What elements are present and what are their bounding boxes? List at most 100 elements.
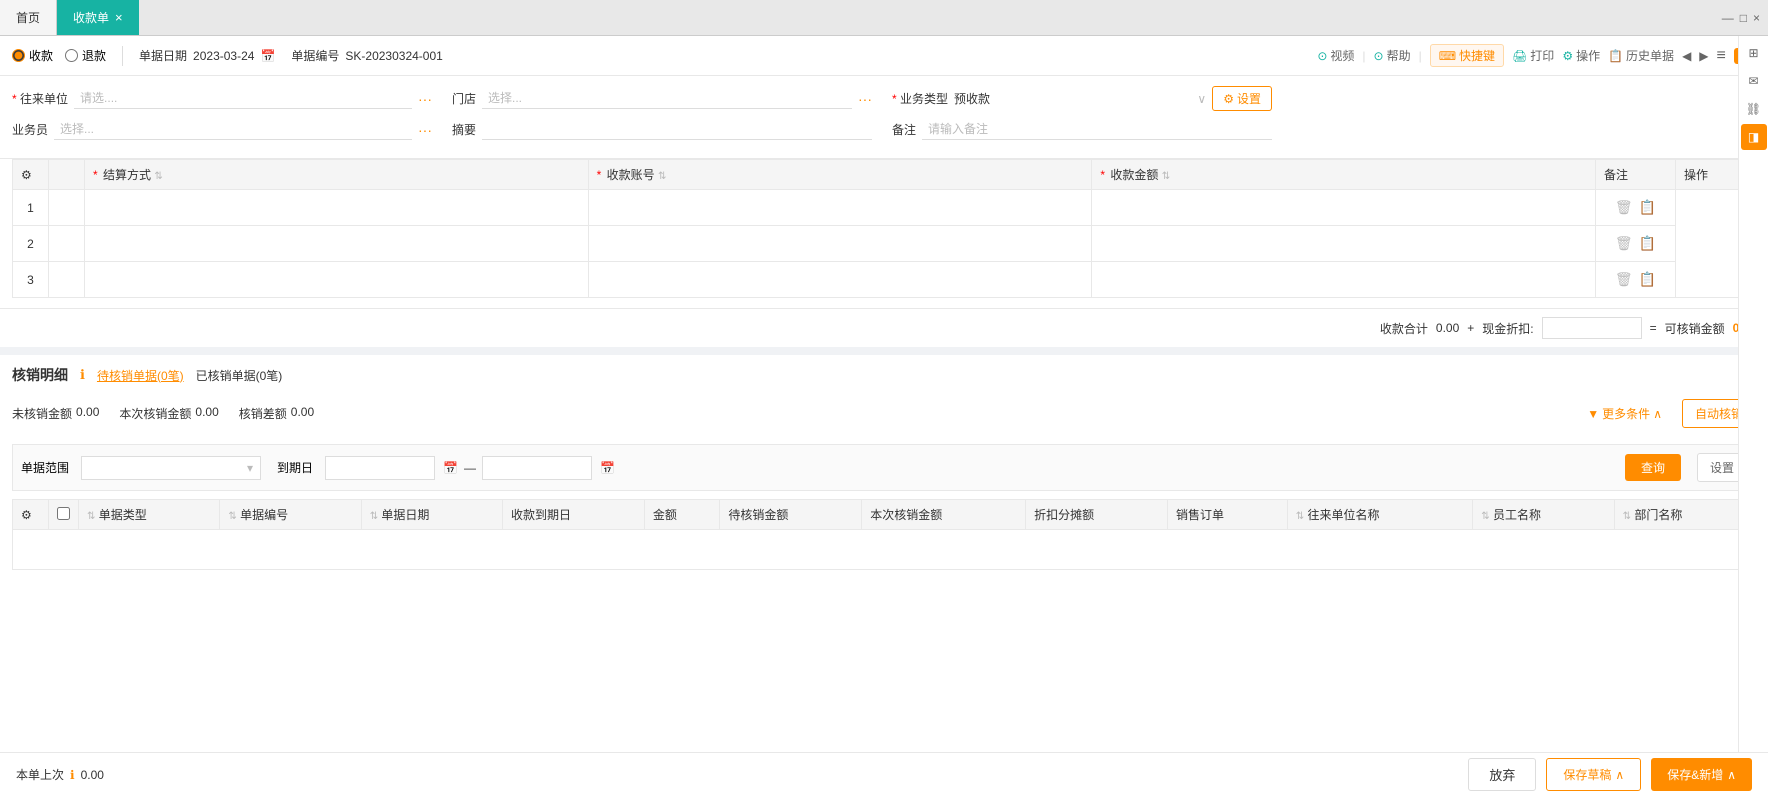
sort-amount[interactable]: ⇅ [1162,171,1170,182]
form-section: * 往来单位 ··· 门店 ··· * 业务类型 预收款 ∨ ⚙ [0,76,1768,159]
staff-more-btn[interactable]: ··· [418,122,432,138]
shop-more-btn[interactable]: ··· [858,91,872,107]
save-draft-btn[interactable]: 保存草稿 ∧ [1546,758,1641,791]
sidebar-camera-btn[interactable]: ◨ [1741,124,1767,150]
discount-input[interactable] [1542,317,1642,339]
calendar-icon[interactable]: 📅 [260,49,275,63]
td-account-3[interactable] [85,262,589,298]
td-amount-1[interactable] [588,190,1092,226]
toolbar-actions: ⊙ 视频 | ⊙ 帮助 | ⌨ 快捷键 🖨 打印 ⚙ 操作 📋 [1317,44,1756,67]
counterpart-input[interactable] [74,88,412,109]
summary-input[interactable] [482,119,872,140]
history-label: 历史单据 [1626,47,1674,64]
copy-row-3-icon[interactable]: 📋 [1639,271,1656,288]
sidebar-email-icon: ✉ [1748,74,1758,88]
settings-button[interactable]: ⚙ 设置 [1212,86,1272,111]
due-date-end-input[interactable]: 2022-04-12 [482,456,592,480]
sidebar-camera-icon: ◨ [1748,130,1759,144]
query-btn[interactable]: 查询 [1625,454,1681,481]
diff-amount: 核销差额 0.00 [239,405,314,422]
staff-input[interactable] [54,119,412,140]
veri-header-row: ⚙ ⇅ 单据类型 ⇅ 单据编号 ⇅ 单据日期 [13,500,1756,530]
tab-close-icon[interactable]: × [115,10,123,25]
save-new-btn[interactable]: 保存&新增 ∧ [1651,758,1752,791]
sort-settlement[interactable]: ⇅ [154,171,162,182]
sort-account[interactable]: ⇅ [658,171,666,182]
verification-title: 核销明细 [12,365,68,385]
radio-receive-input[interactable] [12,49,25,62]
help-icon: ⊙ [1374,49,1384,63]
veri-th-settings[interactable]: ⚙ [13,500,49,530]
history-btn[interactable]: 📋 历史单据 [1608,47,1674,64]
sort-staff-icon[interactable]: ⇅ [1481,511,1489,522]
sort-partner-icon[interactable]: ⇅ [1296,511,1304,522]
td-amount-3[interactable] [588,262,1092,298]
td-settlement-1[interactable] [49,190,85,226]
verification-table: ⚙ ⇅ 单据类型 ⇅ 单据编号 ⇅ 单据日期 [12,499,1756,570]
td-remark-2[interactable] [1092,226,1596,262]
select-all-checkbox[interactable] [57,507,70,520]
operation-label: 操作 [1576,47,1600,64]
calendar-start-icon[interactable]: 📅 [443,461,458,475]
current-label: 本次核销金额 [119,405,191,422]
td-remark-1[interactable] [1092,190,1596,226]
business-type-dropdown[interactable]: ∨ [1197,92,1206,106]
table-row: 1 🗑 📋 [13,190,1756,226]
th-settings[interactable]: ⚙ [13,160,49,190]
shop-field: 门店 ··· [452,88,872,109]
sidebar-email-btn[interactable]: ✉ [1741,68,1767,94]
sort-billno-icon[interactable]: ⇅ [228,511,236,522]
sort-date-icon[interactable]: ⇅ [370,511,378,522]
tab-home-label: 首页 [16,9,40,26]
bottom-bar: 本单上次 ℹ 0.00 放弃 保存草稿 ∧ 保存&新增 ∧ [0,752,1768,796]
window-close[interactable]: × [1753,11,1760,25]
td-amount-2[interactable] [588,226,1092,262]
due-date-start-input[interactable]: 2022-04-01 [325,456,435,480]
tab-home[interactable]: 首页 [0,0,57,35]
nav-next[interactable]: ▶ [1699,49,1708,63]
radio-return-input[interactable] [65,49,78,62]
range-field: 单据范围 [21,456,261,480]
shop-input[interactable] [482,88,852,109]
sort-type-icon[interactable]: ⇅ [87,511,95,522]
abandon-btn[interactable]: 放弃 [1468,758,1536,791]
td-settlement-3[interactable] [49,262,85,298]
more-filter-btn[interactable]: ▼ 更多条件 ∧ [1587,405,1662,422]
delete-row-1-icon[interactable]: 🗑 [1615,199,1633,216]
help-label: 帮助 [1387,47,1411,64]
video-btn[interactable]: ⊙ 视频 [1317,47,1354,64]
tab-receipt[interactable]: 收款单 × [57,0,139,35]
counterpart-more-btn[interactable]: ··· [418,91,432,107]
td-settlement-2[interactable] [49,226,85,262]
td-remark-3[interactable] [1092,262,1596,298]
help-btn[interactable]: ⊙ 帮助 [1374,47,1411,64]
td-account-2[interactable] [85,226,589,262]
copy-row-1-icon[interactable]: 📋 [1639,199,1656,216]
shortcut-btn[interactable]: ⌨ 快捷键 [1430,44,1504,67]
sidebar-table-btn[interactable]: ⊞ [1741,40,1767,66]
pending-tab[interactable]: 待核销单据(0笔) [97,367,184,384]
delete-row-2-icon[interactable]: 🗑 [1615,235,1633,252]
copy-row-2-icon[interactable]: 📋 [1639,235,1656,252]
diff-value: 0.00 [291,405,314,422]
sort-dept-icon[interactable]: ⇅ [1623,511,1631,522]
td-row-num-3: 3 [13,262,49,298]
window-minimize[interactable]: — [1722,11,1734,25]
radio-receive[interactable]: 收款 [12,47,53,64]
nav-prev[interactable]: ◀ [1682,49,1691,63]
window-maximize[interactable]: □ [1740,11,1747,25]
range-select[interactable] [81,456,261,480]
td-account-1[interactable] [85,190,589,226]
prev-info-icon[interactable]: ℹ [70,768,75,782]
print-btn[interactable]: 🖨 打印 [1512,47,1554,64]
operation-btn[interactable]: ⚙ 操作 [1562,47,1600,64]
remark-input[interactable] [922,119,1272,140]
done-tab[interactable]: 已核销单据(0笔) [196,367,283,384]
verification-info-icon[interactable]: ℹ [80,367,85,383]
calendar-end-icon[interactable]: 📅 [600,461,615,475]
layout-icon[interactable]: ≡ [1717,47,1726,65]
delete-row-3-icon[interactable]: 🗑 [1615,271,1633,288]
shortcut-icon: ⌨ [1439,49,1456,63]
radio-return[interactable]: 退款 [65,47,106,64]
sidebar-link-btn[interactable]: ⛓ [1741,96,1767,122]
